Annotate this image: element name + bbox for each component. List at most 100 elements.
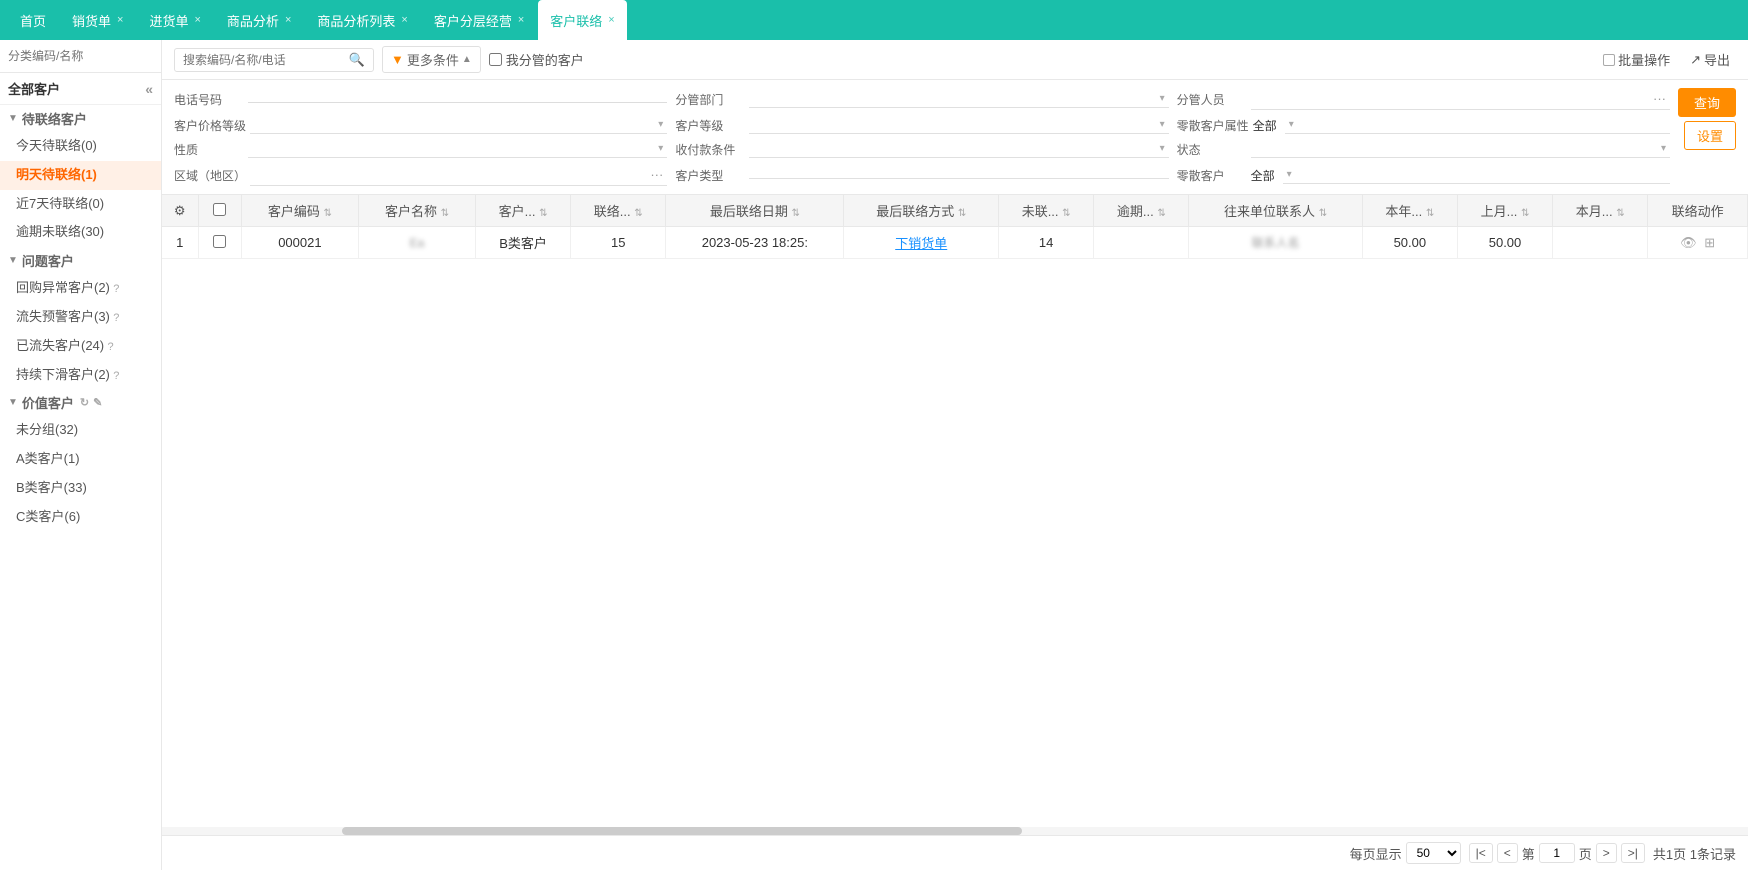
- search-icon[interactable]: 🔍: [349, 52, 365, 68]
- search-input[interactable]: [183, 53, 345, 67]
- sort-icon[interactable]: ⇅: [1521, 208, 1529, 219]
- sidebar-search-area: 🔍: [0, 40, 161, 73]
- filter-dept-select[interactable]: ▾: [749, 90, 1168, 108]
- sort-icon[interactable]: ⇅: [441, 208, 449, 219]
- select-all-checkbox[interactable]: [213, 203, 226, 216]
- col-checkbox[interactable]: [198, 195, 241, 227]
- action-grid-icon[interactable]: ⊞: [1704, 235, 1715, 250]
- dots-icon[interactable]: ···: [1653, 91, 1666, 106]
- customer-table: ⚙ 客户编码 ⇅ 客户名称 ⇅: [162, 195, 1748, 259]
- action-eye-icon[interactable]: 👁: [1680, 235, 1697, 250]
- nav-home[interactable]: 首页: [8, 0, 58, 40]
- gear-icon[interactable]: ⚙: [174, 203, 186, 218]
- cell-checkbox[interactable]: [198, 227, 241, 259]
- nav-sales-order[interactable]: 销货单 ×: [60, 0, 135, 40]
- prev-page-button[interactable]: <: [1497, 843, 1518, 863]
- page-size-selector: 每页显示 50 100 200: [1350, 842, 1461, 864]
- filter-customer-type-select[interactable]: [749, 172, 1168, 179]
- sort-icon[interactable]: ⇅: [1426, 208, 1434, 219]
- sidebar-item-churn-warning[interactable]: 流失预警客户(3) ?: [0, 303, 161, 332]
- filter-customer-level-select[interactable]: ▾: [749, 116, 1168, 134]
- sidebar-group-pending-contact: ▼ 待联络客户: [0, 105, 161, 132]
- nav-customer-tier[interactable]: 客户分层经营 ×: [422, 0, 536, 40]
- sidebar-item-7day-contact[interactable]: 近7天待联络(0): [0, 190, 161, 219]
- filter-nature: 性质 ▾: [174, 140, 667, 158]
- dots-icon[interactable]: ···: [650, 167, 663, 182]
- filter-actions: 查询 设置: [1678, 88, 1736, 186]
- last-page-button[interactable]: >|: [1621, 843, 1645, 863]
- sidebar-item-churned[interactable]: 已流失客户(24) ?: [0, 332, 161, 361]
- my-customers-checkbox-label[interactable]: 我分管的客户: [489, 50, 584, 69]
- scrollbar-thumb[interactable]: [342, 827, 1022, 835]
- filter-payment-select[interactable]: ▾: [749, 140, 1168, 158]
- sort-icon[interactable]: ⇅: [1157, 208, 1165, 219]
- triangle-icon: ▼: [8, 255, 18, 266]
- chevron-down-icon: ▾: [658, 119, 663, 130]
- sidebar-search-input[interactable]: [8, 49, 162, 63]
- close-icon[interactable]: ×: [285, 14, 291, 26]
- sort-icon[interactable]: ⇅: [1062, 208, 1070, 219]
- filter-status-select[interactable]: ▾: [1251, 140, 1670, 158]
- filter-nature-select[interactable]: ▾: [248, 140, 667, 158]
- close-icon[interactable]: ×: [117, 14, 123, 26]
- per-page-select[interactable]: 50 100 200: [1406, 842, 1461, 864]
- chevron-down-icon: ▾: [1661, 143, 1666, 154]
- sort-icon[interactable]: ⇅: [1616, 208, 1624, 219]
- col-action: 联络动作: [1648, 195, 1748, 227]
- sidebar-item-b-class[interactable]: B类客户(33): [0, 474, 161, 503]
- filter-price-level-select[interactable]: ▾: [250, 116, 667, 134]
- export-button[interactable]: ↗ 导出: [1684, 47, 1736, 72]
- more-filter-button[interactable]: ▼ 更多条件 ▲: [382, 46, 481, 73]
- row-checkbox[interactable]: [213, 235, 226, 248]
- filter-region-input[interactable]: ···: [250, 164, 667, 186]
- nav-product-analysis[interactable]: 商品分析 ×: [215, 0, 303, 40]
- collapse-icon[interactable]: «: [145, 81, 153, 97]
- nav-purchase-order[interactable]: 进货单 ×: [137, 0, 212, 40]
- query-button[interactable]: 查询: [1678, 88, 1736, 117]
- sort-icon[interactable]: ⇅: [539, 208, 547, 219]
- batch-operation-button[interactable]: 批量操作: [1597, 47, 1676, 72]
- close-icon[interactable]: ×: [401, 14, 407, 26]
- col-gear[interactable]: ⚙: [162, 195, 198, 227]
- chevron-down-icon: ▾: [1287, 169, 1292, 180]
- filter-icon: ▼: [391, 52, 404, 67]
- sort-icon[interactable]: ⇅: [791, 208, 799, 219]
- sidebar-item-tomorrow-contact[interactable]: 明天待联络(1): [0, 161, 161, 190]
- nav-customer-contact[interactable]: 客户联络 ×: [538, 0, 626, 40]
- chevron-down-icon: ▾: [1160, 93, 1165, 104]
- sort-icon[interactable]: ⇅: [324, 208, 332, 219]
- close-icon[interactable]: ×: [518, 14, 524, 26]
- checkbox-icon: [1603, 54, 1615, 66]
- table-header-row: ⚙ 客户编码 ⇅ 客户名称 ⇅: [162, 195, 1748, 227]
- first-page-button[interactable]: |<: [1469, 843, 1493, 863]
- my-customers-checkbox[interactable]: [489, 53, 502, 66]
- filter-retail-attr-select[interactable]: ▾: [1285, 116, 1670, 134]
- sidebar-item-ungrouped[interactable]: 未分组(32): [0, 416, 161, 445]
- col-this-month: 本月... ⇅: [1553, 195, 1648, 227]
- nav-product-analysis-table[interactable]: 商品分析列表 ×: [305, 0, 419, 40]
- filter-row-1: 电话号码 分管部门 ▾: [174, 88, 1670, 110]
- sort-icon[interactable]: ⇅: [958, 208, 966, 219]
- filter-retail-customer-select[interactable]: ▾: [1283, 166, 1670, 184]
- sidebar-item-a-class[interactable]: A类客户(1): [0, 445, 161, 474]
- setting-button[interactable]: 设置: [1684, 121, 1736, 150]
- toolbar: 🔍 ▼ 更多条件 ▲ 我分管的客户 批量操作 ↗ 导出: [162, 40, 1748, 80]
- next-page-button[interactable]: >: [1596, 843, 1617, 863]
- close-icon[interactable]: ×: [194, 14, 200, 26]
- sidebar-item-overdue-contact[interactable]: 逾期未联络(30): [0, 218, 161, 247]
- sort-icon[interactable]: ⇅: [1319, 208, 1327, 219]
- cell-this-year: 50.00: [1362, 227, 1457, 259]
- cell-last-method[interactable]: 下销货单: [844, 227, 999, 259]
- sidebar-item-today-contact[interactable]: 今天待联络(0): [0, 132, 161, 161]
- sidebar-item-repurchase-abnormal[interactable]: 回购异常客户(2) ?: [0, 274, 161, 303]
- close-icon[interactable]: ×: [608, 14, 614, 26]
- filter-phone-input[interactable]: [248, 96, 667, 103]
- sort-icon[interactable]: ⇅: [634, 208, 642, 219]
- sidebar-item-c-class[interactable]: C类客户(6): [0, 503, 161, 532]
- col-overdue: 逾期... ⇅: [1094, 195, 1189, 227]
- horizontal-scrollbar[interactable]: [162, 827, 1748, 835]
- sidebar-item-declining[interactable]: 持续下滑客户(2) ?: [0, 361, 161, 390]
- filter-manager-input[interactable]: ···: [1251, 88, 1670, 110]
- content-area: 🔍 ▼ 更多条件 ▲ 我分管的客户 批量操作 ↗ 导出: [162, 40, 1748, 870]
- page-number-input[interactable]: [1539, 843, 1575, 863]
